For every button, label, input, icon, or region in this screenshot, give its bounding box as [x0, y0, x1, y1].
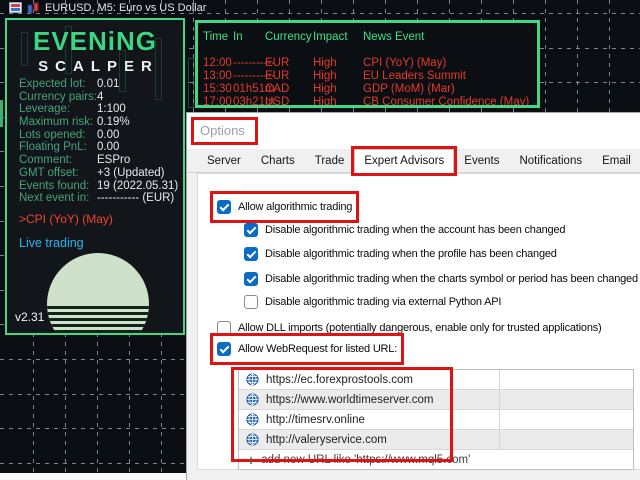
dialog-tabbar: Server Charts Trade Expert Advisors Even…: [187, 149, 640, 173]
checkbox-row-disable-on-symbol-change[interactable]: Disable algorithmic trading when the cha…: [244, 270, 638, 288]
metatrader-window: EURUSD, M5: Euro vs US Dollar EVENiNG SC…: [0, 0, 640, 480]
webrequest-url-list: https://ec.forexprostools.com https://ww…: [238, 369, 634, 470]
news-row: 13:00 ----------- EUR High EU Leaders Su…: [198, 70, 537, 83]
options-dialog: Options Server Charts Trade Expert Advis…: [186, 112, 640, 480]
ea-stat-row: GMT offset:+3 (Updated): [7, 167, 183, 180]
chart-list-icon[interactable]: [9, 2, 22, 13]
tab-notifications[interactable]: Notifications: [509, 150, 592, 172]
news-rows: 12:00 ----------- EUR High CPI (YoY) (Ma…: [198, 57, 537, 108]
checkbox[interactable]: [217, 200, 231, 214]
news-col-time: Time: [203, 31, 233, 44]
tab-events[interactable]: Events: [454, 150, 509, 172]
checkbox[interactable]: [217, 321, 231, 335]
ea-stat-row: Floating PnL:0.00: [7, 141, 183, 154]
tab-charts[interactable]: Charts: [251, 150, 305, 172]
dialog-titlebar: Options: [187, 113, 640, 149]
news-col-currency: Currency: [265, 31, 313, 44]
news-row: 17:00 03h21m USD High CB Consumer Confid…: [198, 96, 537, 108]
checkbox-row-allow-algo-trading[interactable]: Allow algorithmic trading: [217, 198, 352, 216]
candlestick: [21, 32, 28, 66]
ea-version: v2.31: [15, 310, 44, 324]
ea-stat-row: Comment:ESPro: [7, 154, 183, 167]
news-panel: Time In Currency Impact News Event 12:00…: [195, 20, 540, 108]
chart-title: EURUSD, M5: Euro vs US Dollar: [45, 2, 206, 14]
ea-stats: Expected lot:0.01 Currency pairs:4 Lever…: [7, 78, 183, 205]
list-column-divider: [499, 370, 500, 450]
checkbox[interactable]: [244, 247, 258, 261]
url-list-item[interactable]: http://timesrv.online: [239, 410, 633, 430]
news-row: 12:00 ----------- EUR High CPI (YoY) (Ma…: [198, 57, 537, 70]
checkbox[interactable]: [244, 272, 258, 286]
tab-server[interactable]: Server: [197, 150, 251, 172]
candlestick: [188, 58, 194, 108]
url-list-item[interactable]: http://valeryservice.com: [239, 430, 633, 450]
live-trading-label: Live trading: [19, 236, 84, 250]
globe-icon: [246, 433, 259, 446]
ea-stat-row: Leverage:1:100: [7, 103, 183, 116]
globe-icon: [246, 373, 259, 386]
globe-icon: [246, 413, 259, 426]
checkbox[interactable]: [217, 342, 231, 356]
checkbox[interactable]: [244, 295, 258, 309]
news-col-event: News Event: [363, 31, 537, 44]
news-col-impact: Impact: [313, 31, 363, 44]
checkbox-row-allow-dll-imports[interactable]: Allow DLL imports (potentially dangerous…: [217, 319, 602, 337]
candlestick: [65, 26, 72, 74]
window-edge: [0, 473, 186, 480]
ea-stat-row: Lots opened:0.00: [7, 129, 183, 142]
url-list-item[interactable]: https://www.worldtimeserver.com: [239, 390, 633, 410]
tab-trade[interactable]: Trade: [305, 150, 355, 172]
ea-stat-row: Next event in:----------- (EUR): [7, 192, 183, 205]
tab-expert-advisors[interactable]: Expert Advisors: [354, 149, 454, 173]
retro-sun-graphic: [47, 253, 149, 335]
checkbox-row-disable-python-api[interactable]: Disable algorithmic trading via external…: [244, 293, 501, 311]
globe-icon: [246, 393, 259, 406]
url-list-item[interactable]: https://ec.forexprostools.com: [239, 370, 633, 390]
news-col-in: In: [233, 31, 265, 44]
news-row: 15:30 01h51m CAD High GDP (MoM) (Mar): [198, 83, 537, 96]
ea-stat-row: Expected lot:0.01: [7, 78, 183, 91]
tab-email[interactable]: Email: [592, 150, 640, 172]
ea-stat-row: Currency pairs:4: [7, 91, 183, 104]
checkbox-row-disable-on-account-change[interactable]: Disable algorithmic trading when the acc…: [244, 221, 565, 239]
chart-titlebar: EURUSD, M5: Euro vs US Dollar: [0, 0, 640, 15]
ea-stat-row: Events found:19 (2022.05.31): [7, 180, 183, 193]
news-header-row: Time In Currency Impact News Event: [198, 31, 537, 44]
next-event-alert: >CPI (YoY) (May): [19, 212, 113, 226]
add-url-row[interactable]: + add new URL like 'https://www.mql5.com…: [239, 450, 633, 469]
chart-type-icon[interactable]: [27, 2, 40, 13]
dialog-title: Options: [194, 120, 255, 142]
ea-stat-row: Maximum risk:0.19%: [7, 116, 183, 129]
candlestick: [0, 100, 3, 127]
checkbox-row-allow-webrequest[interactable]: Allow WebRequest for listed URL:: [217, 340, 397, 358]
checkbox-row-disable-on-profile-change[interactable]: Disable algorithmic trading when the pro…: [244, 245, 557, 263]
checkbox[interactable]: [244, 223, 258, 237]
ea-panel: EVENiNG SCALPER Expected lot:0.01 Curren…: [5, 18, 185, 335]
plus-icon: +: [247, 453, 255, 467]
